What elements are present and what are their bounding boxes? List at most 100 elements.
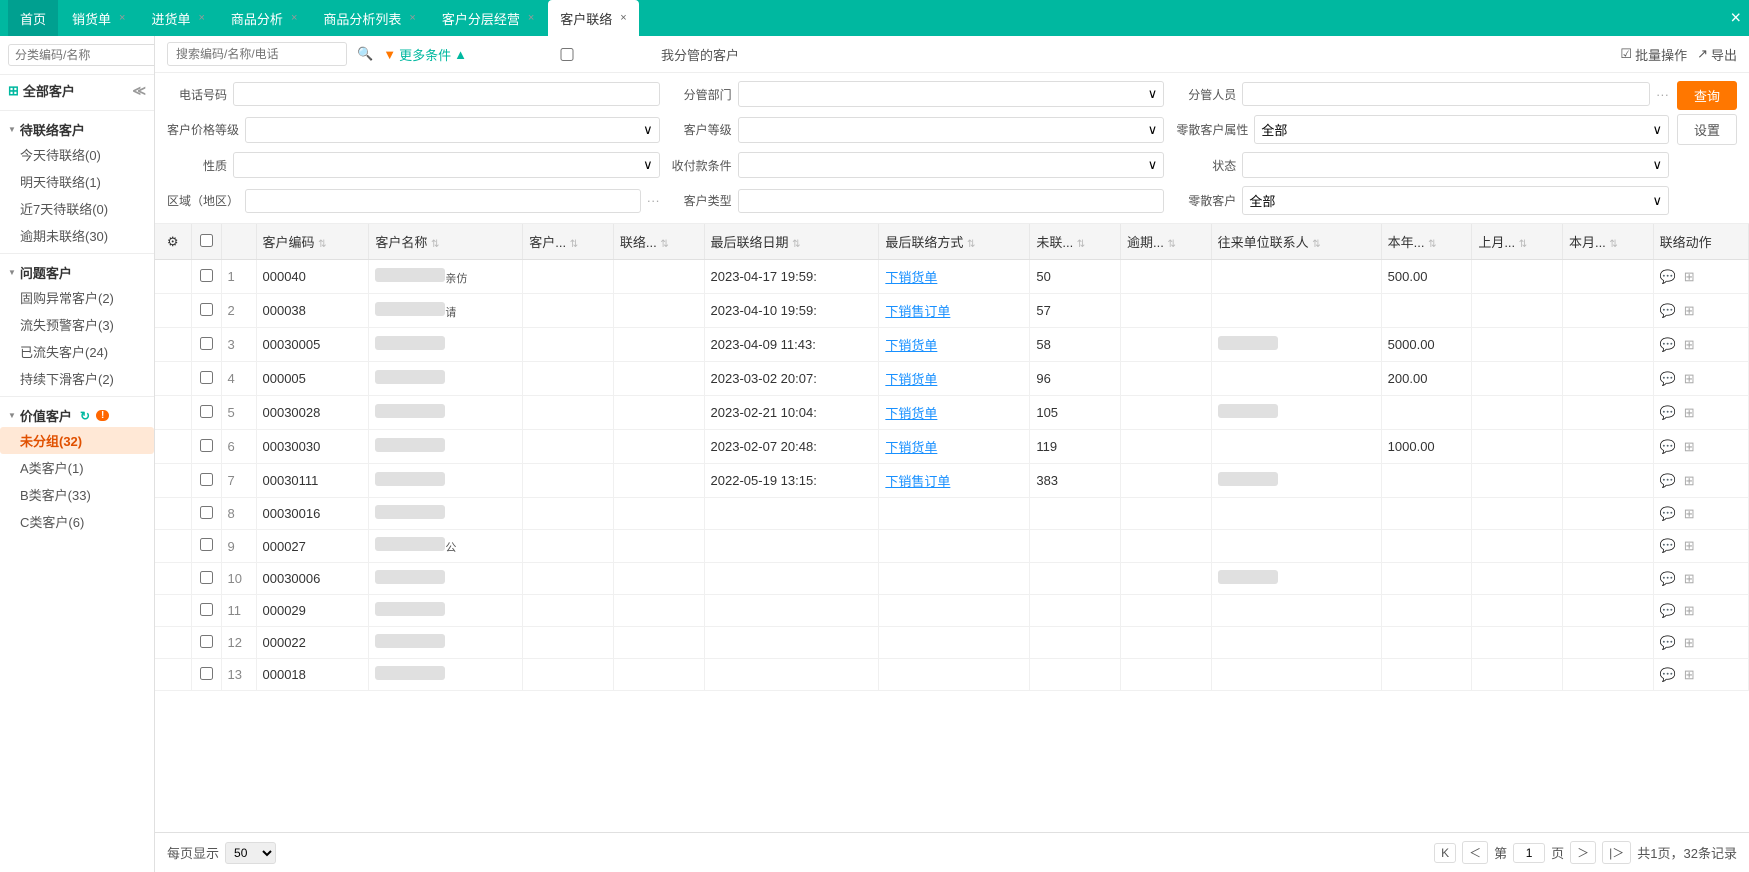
sidebar-collapse-btn[interactable]: ≪ — [132, 83, 146, 99]
th-gear[interactable]: ⚙ — [155, 224, 191, 260]
grid-icon[interactable]: ⊞ — [1684, 538, 1695, 554]
sidebar-search-input[interactable] — [8, 44, 155, 66]
tab-sales[interactable]: 销货单 × — [60, 0, 137, 36]
search-btn[interactable]: 查询 — [1677, 81, 1737, 110]
last-method-link[interactable]: 下销货单 — [885, 440, 937, 455]
sidebar-item-tomorrow[interactable]: 明天待联络(1) — [0, 168, 154, 195]
next-page-btn[interactable]: ＞ — [1570, 841, 1596, 864]
td-checkbox[interactable] — [191, 328, 221, 362]
last-method-link[interactable]: 下销货单 — [885, 372, 937, 387]
nature-dropdown[interactable]: ∨ — [233, 152, 660, 178]
close-all-tabs[interactable]: × — [1730, 8, 1741, 29]
td-checkbox[interactable] — [191, 627, 221, 659]
td-last-method[interactable] — [879, 530, 1030, 563]
sidebar-item-7days[interactable]: 近7天待联络(0) — [0, 195, 154, 222]
th-contact[interactable]: 联络... ⇅ — [613, 224, 704, 260]
first-page-btn[interactable]: K — [1434, 843, 1456, 863]
search-input[interactable] — [167, 42, 347, 66]
row-checkbox[interactable] — [200, 667, 213, 680]
chat-icon[interactable]: 💬 — [1660, 473, 1676, 489]
tab-customer-segment[interactable]: 客户分层经营 × — [430, 0, 546, 36]
search-icon[interactable]: 🔍 — [357, 46, 373, 62]
last-method-link[interactable]: 下销货单 — [885, 270, 937, 285]
select-all-checkbox[interactable] — [200, 234, 213, 247]
sidebar-item-unclassified[interactable]: 未分组(32) — [0, 427, 154, 454]
sidebar-item-c-class[interactable]: C类客户(6) — [0, 508, 154, 535]
chat-icon[interactable]: 💬 — [1660, 303, 1676, 319]
sidebar-item-declining[interactable]: 持续下滑客户(2) — [0, 365, 154, 392]
grid-icon[interactable]: ⊞ — [1684, 371, 1695, 387]
td-last-method[interactable]: 下销货单 — [879, 430, 1030, 464]
th-code[interactable]: 客户编码 ⇅ — [256, 224, 369, 260]
td-last-method[interactable]: 下销售订单 — [879, 464, 1030, 498]
row-checkbox[interactable] — [200, 603, 213, 616]
th-this-month[interactable]: 本月... ⇅ — [1562, 224, 1653, 260]
chat-icon[interactable]: 💬 — [1660, 603, 1676, 619]
my-customers-checkbox[interactable] — [477, 48, 657, 61]
sidebar-item-abnormal[interactable]: 固购异常客户(2) — [0, 284, 154, 311]
tab-product-analysis-close[interactable]: × — [291, 12, 297, 24]
td-checkbox[interactable] — [191, 659, 221, 691]
th-last-date[interactable]: 最后联络日期 ⇅ — [704, 224, 879, 260]
last-method-link[interactable]: 下销货单 — [885, 406, 937, 421]
row-checkbox[interactable] — [200, 635, 213, 648]
sidebar-item-overdue[interactable]: 逾期未联络(30) — [0, 222, 154, 249]
grid-icon[interactable]: ⊞ — [1684, 473, 1695, 489]
row-checkbox[interactable] — [200, 538, 213, 551]
payment-dropdown[interactable]: ∨ — [738, 152, 1165, 178]
td-last-method[interactable]: 下销货单 — [879, 260, 1030, 294]
last-method-link[interactable]: 下销售订单 — [885, 304, 950, 319]
last-method-link[interactable]: 下销货单 — [885, 338, 937, 353]
th-this-year[interactable]: 本年... ⇅ — [1381, 224, 1472, 260]
grid-icon[interactable]: ⊞ — [1684, 303, 1695, 319]
tab-sales-close[interactable]: × — [119, 12, 125, 24]
chat-icon[interactable]: 💬 — [1660, 371, 1676, 387]
td-checkbox[interactable] — [191, 396, 221, 430]
sidebar-group-pending[interactable]: ▼ 待联络客户 — [0, 115, 154, 141]
chat-icon[interactable]: 💬 — [1660, 337, 1676, 353]
sidebar-all-customers[interactable]: ⊞ 全部客户 ≪ — [0, 75, 154, 106]
row-checkbox[interactable] — [200, 571, 213, 584]
grid-icon[interactable]: ⊞ — [1684, 635, 1695, 651]
th-biz-contact[interactable]: 往来单位联系人 ⇅ — [1211, 224, 1381, 260]
row-checkbox[interactable] — [200, 473, 213, 486]
sidebar-item-a-class[interactable]: A类客户(1) — [0, 454, 154, 481]
tab-product-analysis[interactable]: 商品分析 × — [219, 0, 309, 36]
manager-more-icon[interactable]: ··· — [1656, 87, 1669, 102]
th-checkbox[interactable] — [191, 224, 221, 260]
row-checkbox[interactable] — [200, 269, 213, 282]
tab-product-analysis-list-close[interactable]: × — [409, 12, 415, 24]
more-conditions-btn[interactable]: ▼ 更多条件 ▲ — [383, 45, 467, 64]
refresh-icon[interactable]: ↻ — [80, 409, 90, 423]
sidebar-group-value[interactable]: ▼ 价值客户 ↻ ! — [0, 401, 154, 427]
th-last-method[interactable]: 最后联络方式 ⇅ — [879, 224, 1030, 260]
row-checkbox[interactable] — [200, 371, 213, 384]
chat-icon[interactable]: 💬 — [1660, 506, 1676, 522]
td-checkbox[interactable] — [191, 260, 221, 294]
tab-product-analysis-list[interactable]: 商品分析列表 × — [311, 0, 427, 36]
th-type[interactable]: 客户... ⇅ — [523, 224, 614, 260]
chat-icon[interactable]: 💬 — [1660, 405, 1676, 421]
td-last-method[interactable] — [879, 595, 1030, 627]
sidebar-group-problem[interactable]: ▼ 问题客户 — [0, 258, 154, 284]
th-last-month[interactable]: 上月... ⇅ — [1472, 224, 1563, 260]
region-more-icon[interactable]: ··· — [647, 193, 660, 208]
td-last-method[interactable] — [879, 498, 1030, 530]
page-size-select[interactable]: 20 50 100 — [225, 842, 276, 864]
grid-icon[interactable]: ⊞ — [1684, 337, 1695, 353]
region-input[interactable] — [245, 189, 641, 213]
price-grade-dropdown[interactable]: ∨ — [245, 117, 660, 143]
last-method-link[interactable]: 下销售订单 — [885, 474, 950, 489]
row-checkbox[interactable] — [200, 405, 213, 418]
sidebar-item-today[interactable]: 今天待联络(0) — [0, 141, 154, 168]
sidebar-item-b-class[interactable]: B类客户(33) — [0, 481, 154, 508]
prev-page-btn[interactable]: ＜ — [1462, 841, 1488, 864]
chat-icon[interactable]: 💬 — [1660, 269, 1676, 285]
td-checkbox[interactable] — [191, 530, 221, 563]
th-overdue[interactable]: 逾期... ⇅ — [1120, 224, 1211, 260]
grid-icon[interactable]: ⊞ — [1684, 506, 1695, 522]
grid-icon[interactable]: ⊞ — [1684, 667, 1695, 683]
sidebar-item-churned[interactable]: 已流失客户(24) — [0, 338, 154, 365]
td-last-method[interactable]: 下销货单 — [879, 396, 1030, 430]
td-checkbox[interactable] — [191, 362, 221, 396]
